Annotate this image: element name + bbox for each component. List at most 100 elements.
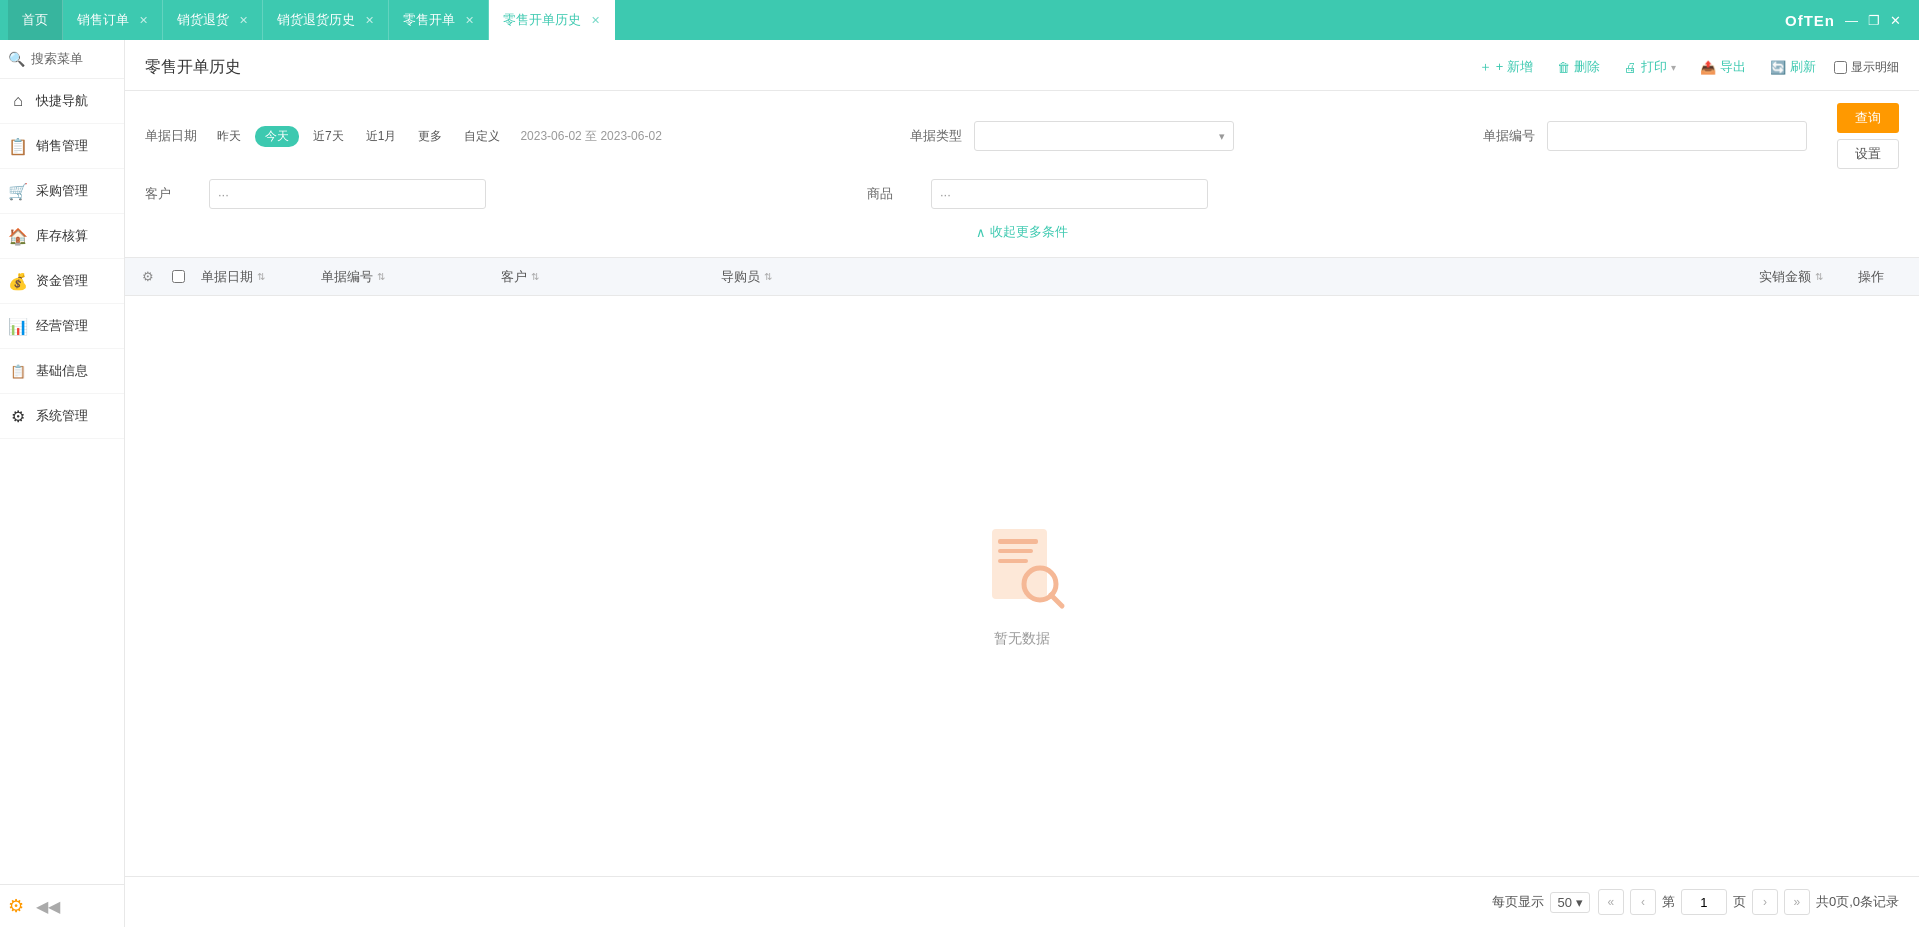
- settings-gear-icon[interactable]: ⚙: [8, 895, 24, 917]
- date-range-display: 2023-06-02 至 2023-06-02: [520, 128, 661, 145]
- empty-state: 暂无数据: [125, 296, 1919, 876]
- filter-order-num-item: 单据编号: [1483, 121, 1807, 151]
- th-customer[interactable]: 客户 ⇅: [493, 268, 713, 286]
- tab-bar: 首页 销售订单 ✕ 销货退货 ✕ 销货退货历史 ✕ 零售开单 ✕ 零售开单历史 …: [0, 0, 1919, 40]
- prev-page-btn[interactable]: ‹: [1630, 889, 1656, 915]
- sidebar-item-inventory-label: 库存核算: [36, 227, 88, 245]
- sidebar-item-purchase-mgmt[interactable]: 🛒 采购管理: [0, 169, 124, 214]
- query-button[interactable]: 查询: [1837, 103, 1899, 133]
- select-all-checkbox[interactable]: [172, 270, 185, 283]
- export-icon: 📤: [1700, 60, 1716, 75]
- sidebar-item-finance-label: 资金管理: [36, 272, 88, 290]
- tab-return-history-close[interactable]: ✕: [365, 14, 374, 27]
- per-page-select[interactable]: 50 ▾: [1550, 892, 1589, 913]
- svg-rect-3: [998, 559, 1028, 563]
- tab-retail-open[interactable]: 零售开单 ✕: [389, 0, 489, 40]
- refresh-button[interactable]: 🔄 刷新: [1764, 54, 1822, 80]
- sidebar-item-sales-mgmt[interactable]: 📋 销售管理: [0, 124, 124, 169]
- inventory-icon: 🏠: [8, 226, 28, 246]
- filter-goods-input[interactable]: ···: [931, 179, 1208, 209]
- filter-date-options: 昨天 今天 近7天 近1月 更多 自定义: [209, 126, 508, 147]
- show-detail-check[interactable]: [1834, 61, 1847, 74]
- show-detail-checkbox[interactable]: 显示明细: [1834, 59, 1899, 76]
- th-op-label: 操作: [1858, 268, 1884, 286]
- th-guide-sort-icon: ⇅: [764, 271, 772, 282]
- filter-row-2: 客户 ··· 商品 ···: [145, 179, 1899, 209]
- last-page-btn[interactable]: »: [1784, 889, 1810, 915]
- print-button[interactable]: 🖨 打印 ▾: [1618, 54, 1682, 80]
- tab-sales-order[interactable]: 销售订单 ✕: [63, 0, 163, 40]
- purchase-mgmt-icon: 🛒: [8, 181, 28, 201]
- add-button[interactable]: ＋ + 新增: [1473, 54, 1539, 80]
- restore-btn[interactable]: ❐: [1868, 13, 1880, 28]
- th-settings[interactable]: ⚙: [133, 269, 163, 284]
- sidebar-item-inventory[interactable]: 🏠 库存核算: [0, 214, 124, 259]
- svg-rect-1: [998, 539, 1038, 544]
- export-label: 导出: [1720, 58, 1746, 76]
- th-amount[interactable]: 实销金额 ⇅: [833, 268, 1831, 286]
- th-op: 操作: [1831, 268, 1911, 286]
- filter-customer-label: 客户: [145, 185, 201, 203]
- date-opt-1month[interactable]: 近1月: [358, 126, 405, 147]
- filter-date-label: 单据日期: [145, 127, 201, 145]
- sidebar-item-sales-mgmt-label: 销售管理: [36, 137, 88, 155]
- close-btn-window[interactable]: ✕: [1890, 13, 1901, 28]
- toolbar: ＋ + 新增 🗑 删除 🖨 打印 ▾ 📤 导出 🔄: [1473, 54, 1899, 80]
- sidebar-item-base-info-label: 基础信息: [36, 362, 88, 380]
- tab-sales-return-close[interactable]: ✕: [239, 14, 248, 27]
- th-guide[interactable]: 导购员 ⇅: [713, 268, 833, 286]
- delete-button[interactable]: 🗑 删除: [1551, 54, 1606, 80]
- empty-text: 暂无数据: [994, 630, 1050, 648]
- next-page-btn[interactable]: ›: [1752, 889, 1778, 915]
- date-opt-7days[interactable]: 近7天: [305, 126, 352, 147]
- tab-retail-history-close[interactable]: ✕: [591, 14, 600, 27]
- operations-icon: 📊: [8, 316, 28, 336]
- first-page-btn[interactable]: «: [1598, 889, 1624, 915]
- sidebar-search[interactable]: 🔍 搜索菜单: [0, 40, 124, 79]
- tab-retail-open-close[interactable]: ✕: [465, 14, 474, 27]
- minimize-btn[interactable]: —: [1845, 13, 1858, 28]
- chevron-up-icon: ∧: [976, 225, 986, 240]
- add-icon: ＋: [1479, 58, 1492, 76]
- filter-customer-input[interactable]: ···: [209, 179, 486, 209]
- print-label: 打印: [1641, 58, 1667, 76]
- setting-button[interactable]: 设置: [1837, 139, 1899, 169]
- sidebar-item-quick-nav[interactable]: ⌂ 快捷导航: [0, 79, 124, 124]
- tab-sales-return[interactable]: 销货退货 ✕: [163, 0, 263, 40]
- delete-label: 删除: [1574, 58, 1600, 76]
- th-num[interactable]: 单据编号 ⇅: [313, 268, 493, 286]
- th-guide-label: 导购员: [721, 268, 760, 286]
- th-date[interactable]: 单据日期 ⇅: [193, 268, 313, 286]
- filter-goods-label: 商品: [867, 185, 923, 203]
- tab-sales-order-close[interactable]: ✕: [139, 14, 148, 27]
- sales-mgmt-icon: 📋: [8, 136, 28, 156]
- date-opt-today[interactable]: 今天: [255, 126, 299, 147]
- refresh-icon: 🔄: [1770, 60, 1786, 75]
- page-suffix: 页: [1733, 893, 1746, 911]
- collapse-conditions[interactable]: ∧ 收起更多条件: [145, 219, 1899, 245]
- customer-dots: ···: [218, 187, 229, 202]
- date-opt-yesterday[interactable]: 昨天: [209, 126, 249, 147]
- page-nav: « ‹ 第 页 › » 共0页,0条记录: [1598, 889, 1899, 915]
- show-detail-label: 显示明细: [1851, 59, 1899, 76]
- tab-home-label: 首页: [22, 11, 48, 29]
- page-input[interactable]: [1681, 889, 1727, 915]
- filter-order-num-input[interactable]: [1547, 121, 1807, 151]
- th-customer-label: 客户: [501, 268, 527, 286]
- export-button[interactable]: 📤 导出: [1694, 54, 1752, 80]
- th-date-sort-icon: ⇅: [257, 271, 265, 282]
- svg-point-6: [1034, 579, 1040, 585]
- sidebar-collapse-icon[interactable]: ◀◀: [36, 897, 60, 916]
- filter-type-item: 单据类型 ▾: [910, 121, 1234, 151]
- th-checkbox[interactable]: [163, 270, 193, 283]
- filter-type-select[interactable]: ▾: [974, 121, 1234, 151]
- sidebar-item-operations[interactable]: 📊 经营管理: [0, 304, 124, 349]
- tab-home[interactable]: 首页: [8, 0, 63, 40]
- sidebar-item-finance[interactable]: 💰 资金管理: [0, 259, 124, 304]
- date-opt-more[interactable]: 更多: [410, 126, 450, 147]
- date-opt-custom[interactable]: 自定义: [456, 126, 508, 147]
- tab-return-history[interactable]: 销货退货历史 ✕: [263, 0, 389, 40]
- sidebar-item-base-info[interactable]: 📋 基础信息: [0, 349, 124, 394]
- sidebar-item-system[interactable]: ⚙ 系统管理: [0, 394, 124, 439]
- tab-retail-history[interactable]: 零售开单历史 ✕: [489, 0, 615, 40]
